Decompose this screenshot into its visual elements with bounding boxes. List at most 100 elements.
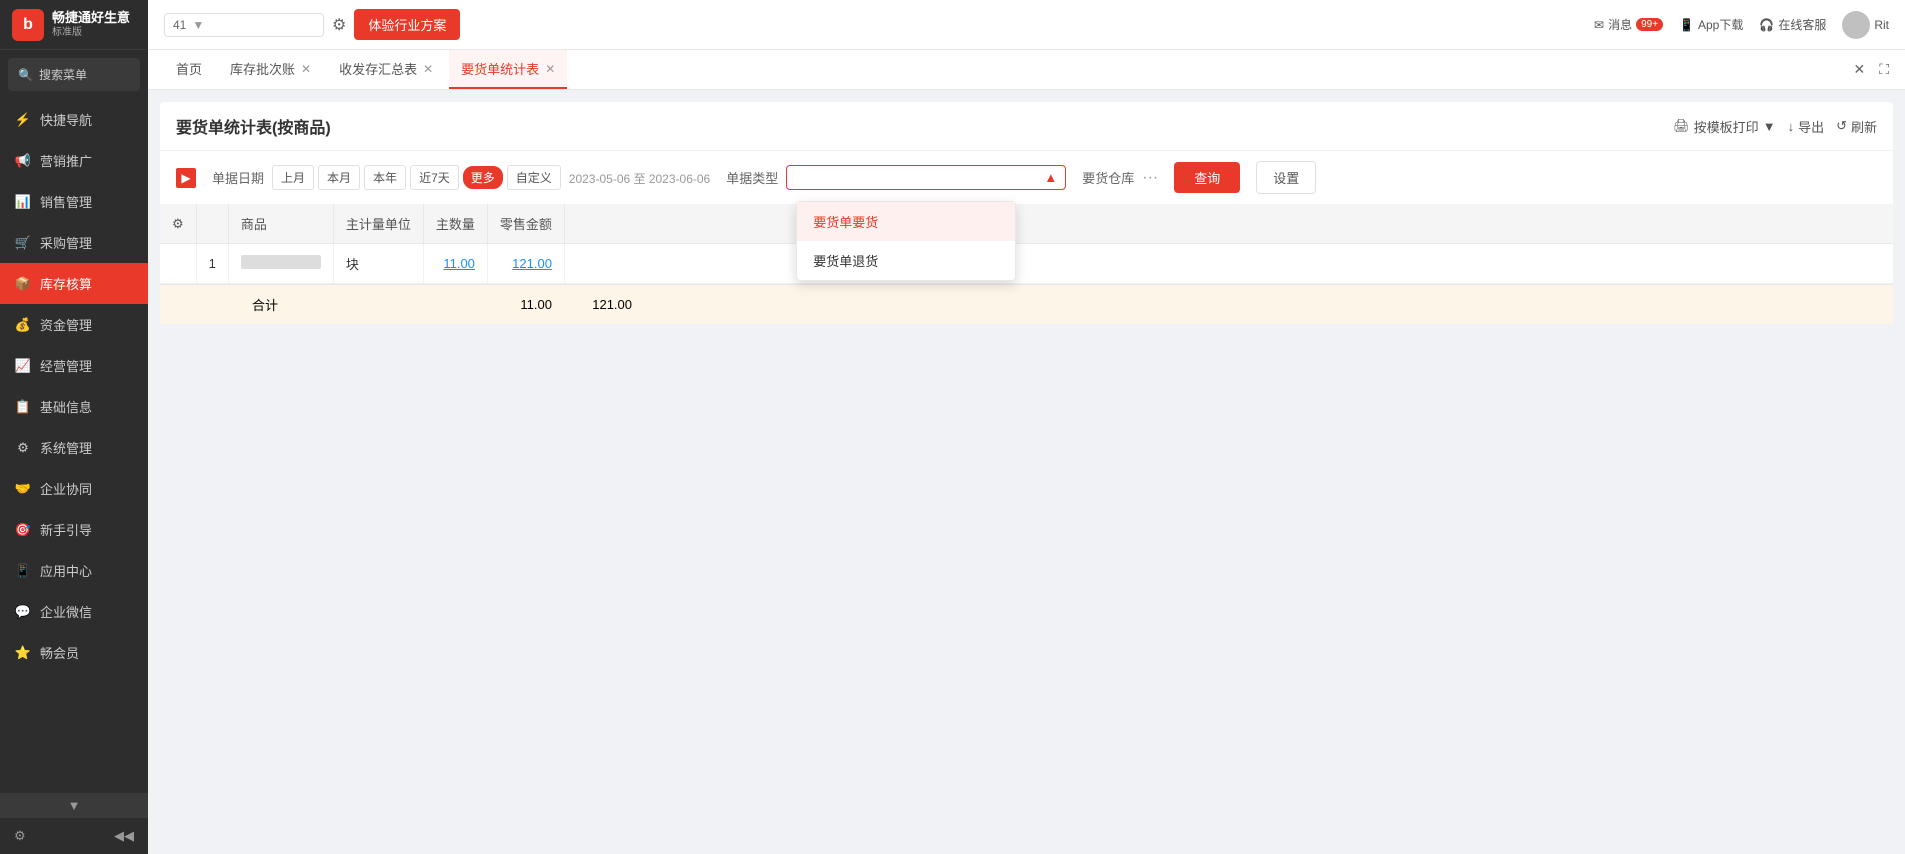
product-name-blurred (241, 255, 321, 269)
type-filter-input[interactable] (795, 170, 1040, 185)
sidebar-settings-btn[interactable]: ⚙ (14, 828, 26, 844)
table-header-row: ⚙ 商品 主计量单位 主数量 零售金额 (160, 204, 1893, 244)
settings-button[interactable]: 设置 (1256, 161, 1316, 194)
purchase-icon: 🛒 (14, 234, 32, 252)
this-year-btn[interactable]: 本年 (364, 165, 406, 190)
footer-total-amount: 121.00 (572, 297, 632, 312)
sidebar-item-enterprise[interactable]: 🤝 企业协同 (0, 468, 148, 509)
company-selector[interactable]: 41 ▼ (164, 13, 324, 37)
wechat-icon: 💬 (14, 603, 32, 621)
tab-close-icon[interactable]: ✕ (423, 62, 433, 76)
sidebar-item-label: 企业协同 (40, 479, 92, 498)
refresh-btn[interactable]: ↺ 刷新 (1836, 117, 1877, 136)
sidebar-item-label: 畅会员 (40, 643, 79, 662)
sidebar-item-label: 基础信息 (40, 397, 92, 416)
messages-btn[interactable]: ✉ 消息 99+ (1594, 16, 1663, 33)
warehouse-more-icon[interactable]: ··· (1142, 169, 1158, 187)
content-area: 要货单统计表(按商品) 🖨 按模板打印 ▼ ↓ 导出 ↺ 刷新 ▶ (148, 90, 1905, 854)
trial-button[interactable]: 体验行业方案 (354, 9, 460, 40)
chevron-down-icon: ▼ (1763, 119, 1776, 134)
print-icon: 🖨 (1673, 118, 1690, 134)
sidebar-item-marketing[interactable]: 📢 营销推广 (0, 140, 148, 181)
type-dropdown: 要货单要货 要货单退货 (796, 201, 1016, 281)
support-btn[interactable]: 🎧 在线客服 (1759, 16, 1826, 33)
date-quick-btns: 上月 本月 本年 近7天 更多 自定义 (272, 165, 561, 190)
window-expand-btn[interactable]: ⛶ (1879, 61, 1889, 78)
window-close-btn[interactable]: ✕ (1853, 61, 1865, 78)
print-btn[interactable]: 🖨 按模板打印 ▼ (1673, 117, 1775, 136)
tab-home[interactable]: 首页 (164, 50, 214, 89)
sidebar-item-member[interactable]: ⭐ 畅会员 (0, 632, 148, 673)
logo-sub: 标准版 (52, 26, 130, 39)
inventory-icon: 📦 (14, 275, 32, 293)
page-title: 要货单统计表(按商品) (176, 114, 331, 138)
tab-receive-summary[interactable]: 收发存汇总表 ✕ (327, 50, 445, 89)
user-menu[interactable]: Rit (1842, 11, 1889, 39)
sidebar-scroll-down[interactable]: ▼ (0, 793, 148, 817)
col-amount: 零售金额 (487, 204, 564, 244)
tab-close-icon[interactable]: ✕ (545, 62, 555, 76)
sidebar-collapse-btn[interactable]: ◀◀ (114, 828, 134, 844)
tab-batch-account[interactable]: 库存批次账 ✕ (218, 50, 323, 89)
logo-main: 畅捷通好生意 (52, 10, 130, 27)
custom-btn[interactable]: 自定义 (507, 165, 561, 190)
sidebar-item-purchase[interactable]: 🛒 采购管理 (0, 222, 148, 263)
export-icon: ↓ (1788, 119, 1795, 134)
col-empty (564, 204, 1893, 244)
tab-order-stats[interactable]: 要货单统计表 ✕ (449, 50, 567, 89)
app-download-btn[interactable]: 📱 App下载 (1679, 16, 1743, 33)
sidebar-item-label: 系统管理 (40, 438, 92, 457)
this-month-btn[interactable]: 本月 (318, 165, 360, 190)
username: Rit (1874, 18, 1889, 32)
sidebar-item-appstore[interactable]: 📱 应用中心 (0, 550, 148, 591)
sidebar: b 畅捷通好生意 标准版 🔍 搜索菜单 ⚡ 快捷导航 📢 营销推广 📊 销售管理… (0, 0, 148, 854)
warehouse-filter-label: 要货仓库 (1082, 168, 1134, 187)
cell-empty (564, 244, 1893, 284)
sidebar-item-inventory[interactable]: 📦 库存核算 (0, 263, 148, 304)
topbar-settings-icon[interactable]: ⚙ (332, 15, 346, 35)
more-btn[interactable]: 更多 (463, 166, 503, 189)
sidebar-item-finance[interactable]: 💰 资金管理 (0, 304, 148, 345)
tabs-bar: 首页 库存批次账 ✕ 收发存汇总表 ✕ 要货单统计表 ✕ ✕ ⛶ (148, 50, 1905, 90)
dropdown-item-order-in[interactable]: 要货单要货 (797, 202, 1015, 241)
7days-btn[interactable]: 近7天 (410, 165, 459, 190)
filter-bar: ▶ 单据日期 上月 本月 本年 近7天 更多 自定义 2023-05-06 至 … (160, 150, 1893, 204)
tab-close-icon[interactable]: ✕ (301, 62, 311, 76)
export-btn[interactable]: ↓ 导出 (1788, 117, 1825, 136)
topbar-right: ✉ 消息 99+ 📱 App下载 🎧 在线客服 Rit (1594, 11, 1889, 39)
sidebar-item-wechat[interactable]: 💬 企业微信 (0, 591, 148, 632)
sidebar-item-sales[interactable]: 📊 销售管理 (0, 181, 148, 222)
date-filter-label: 单据日期 (212, 168, 264, 187)
sales-icon: 📊 (14, 193, 32, 211)
message-icon: ✉ (1594, 18, 1604, 32)
messages-label: 消息 (1608, 16, 1632, 33)
filter-expand-btn[interactable]: ▶ (176, 168, 196, 188)
type-filter-section: 单据类型 ▲ 要货单要货 要货单退货 (726, 165, 1066, 190)
sidebar-item-guide[interactable]: 🎯 新手引导 (0, 509, 148, 550)
chevron-up-icon[interactable]: ▲ (1044, 170, 1057, 185)
tab-home-label: 首页 (176, 59, 202, 78)
sidebar-search[interactable]: 🔍 搜索菜单 (8, 58, 140, 91)
sidebar-item-label: 应用中心 (40, 561, 92, 580)
sidebar-item-label: 新手引导 (40, 520, 92, 539)
sidebar-item-operations[interactable]: 📈 经营管理 (0, 345, 148, 386)
query-button[interactable]: 查询 (1174, 162, 1240, 193)
sidebar-item-system[interactable]: ⚙ 系统管理 (0, 427, 148, 468)
print-label: 按模板打印 (1694, 117, 1759, 136)
col-unit: 主计量单位 (333, 204, 423, 244)
cell-amount[interactable]: 121.00 (487, 244, 564, 284)
page-actions: 🖨 按模板打印 ▼ ↓ 导出 ↺ 刷新 (1673, 117, 1877, 136)
sidebar-item-base[interactable]: 📋 基础信息 (0, 386, 148, 427)
tab-label: 要货单统计表 (461, 59, 539, 78)
type-filter-input-wrap[interactable]: ▲ (786, 165, 1066, 190)
finance-icon: 💰 (14, 316, 32, 334)
appstore-icon: 📱 (14, 562, 32, 580)
sidebar-item-label: 营销推广 (40, 151, 92, 170)
col-settings[interactable]: ⚙ (160, 204, 196, 244)
sidebar-item-quick-nav[interactable]: ⚡ 快捷导航 (0, 99, 148, 140)
cell-qty[interactable]: 11.00 (423, 244, 487, 284)
user-avatar (1842, 11, 1870, 39)
last-month-btn[interactable]: 上月 (272, 165, 314, 190)
search-icon: 🔍 (18, 68, 33, 82)
dropdown-item-order-out[interactable]: 要货单退货 (797, 241, 1015, 280)
